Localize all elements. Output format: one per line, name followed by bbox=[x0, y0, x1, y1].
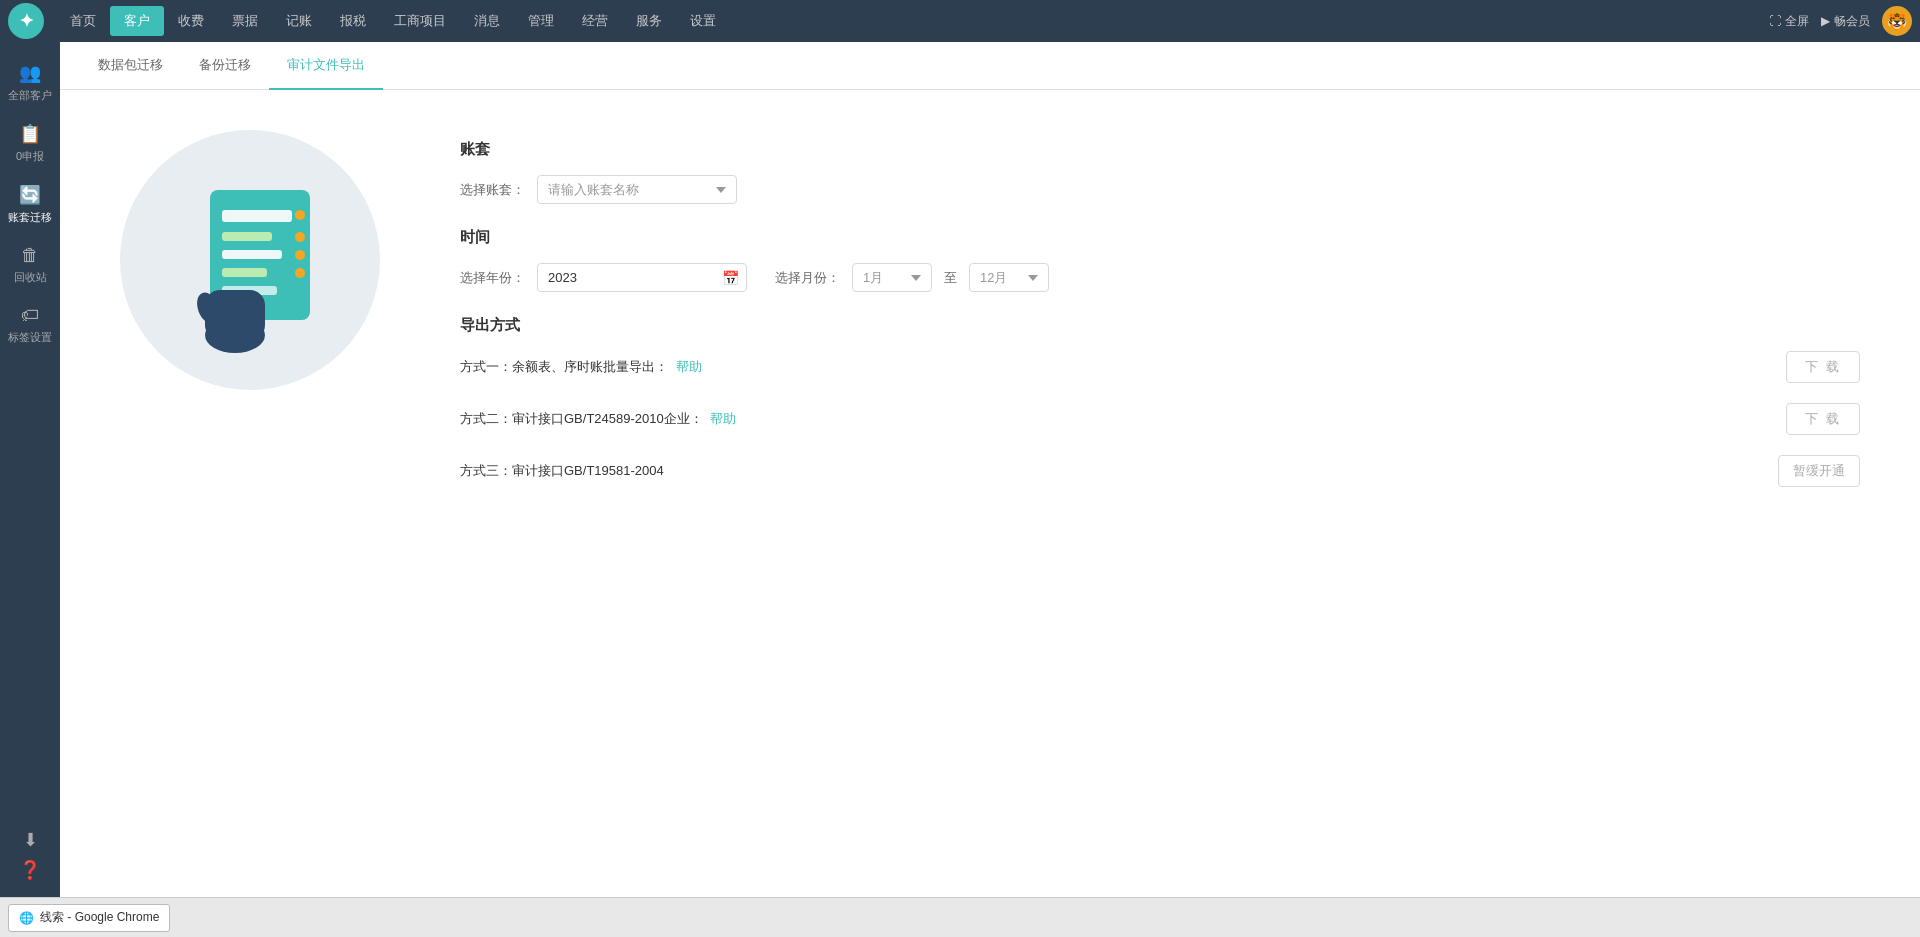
main-layout: 👥 全部客户 📋 0申报 🔄 账套迁移 🗑 回收站 🏷 标签设置 ⬇ ❓ 数据包… bbox=[0, 42, 1920, 897]
top-nav: ✦ 首页 客户 收费 票据 记账 报税 工商项目 消息 管理 经营 服务 设置 … bbox=[0, 0, 1920, 42]
svg-rect-4 bbox=[222, 268, 267, 277]
svg-rect-2 bbox=[222, 232, 272, 241]
month-label: 选择月份： bbox=[775, 269, 840, 287]
svg-rect-1 bbox=[222, 210, 292, 222]
sidebar: 👥 全部客户 📋 0申报 🔄 账套迁移 🗑 回收站 🏷 标签设置 ⬇ ❓ bbox=[0, 42, 60, 897]
sidebar-download-icon[interactable]: ⬇ bbox=[23, 829, 38, 851]
export-methods: 方式一：余额表、序时账批量导出： 帮助 下 载 方式二：审计接口GB/T2458… bbox=[460, 351, 1860, 487]
app-logo: ✦ bbox=[8, 3, 44, 39]
method-2-label: 方式二：审计接口GB/T24589-2010企业： 帮助 bbox=[460, 410, 1770, 428]
nav-operation[interactable]: 经营 bbox=[568, 6, 622, 36]
member-button[interactable]: ▶ 畅会员 bbox=[1821, 13, 1870, 30]
nav-business[interactable]: 工商项目 bbox=[380, 6, 460, 36]
sidebar-item-migration[interactable]: 🔄 账套迁移 bbox=[0, 174, 60, 235]
svg-point-9 bbox=[295, 268, 305, 278]
nav-tax[interactable]: 报税 bbox=[326, 6, 380, 36]
method-3-label: 方式三：审计接口GB/T19581-2004 bbox=[460, 462, 1762, 480]
method-1-label: 方式一：余额表、序时账批量导出： 帮助 bbox=[460, 358, 1770, 376]
nav-home[interactable]: 首页 bbox=[56, 6, 110, 36]
avatar[interactable]: 🐯 bbox=[1882, 6, 1912, 36]
time-row: 选择年份： 2023 📅 选择月份： 1月 至 12月 bbox=[460, 263, 1860, 292]
nav-message[interactable]: 消息 bbox=[460, 6, 514, 36]
sidebar-bottom: ⬇ ❓ bbox=[19, 829, 41, 897]
svg-point-6 bbox=[295, 210, 305, 220]
svg-point-8 bbox=[295, 250, 305, 260]
content-area: 数据包迁移 备份迁移 审计文件导出 bbox=[60, 42, 1920, 897]
illustration-svg bbox=[160, 160, 340, 360]
month-to-select[interactable]: 12月 bbox=[969, 263, 1049, 292]
method-1-download-button[interactable]: 下 载 bbox=[1786, 351, 1860, 383]
tab-audit-export[interactable]: 审计文件导出 bbox=[269, 42, 383, 90]
method-1-row: 方式一：余额表、序时账批量导出： 帮助 下 载 bbox=[460, 351, 1860, 383]
fullscreen-icon: ⛶ bbox=[1769, 14, 1781, 28]
sidebar-item-recycle[interactable]: 🗑 回收站 bbox=[0, 235, 60, 295]
method-1-help-link[interactable]: 帮助 bbox=[676, 359, 702, 374]
method-2-row: 方式二：审计接口GB/T24589-2010企业： 帮助 下 载 bbox=[460, 403, 1860, 435]
form-area: 账套 选择账套： 请输入账套名称 时间 选择年份： 2023 📅 bbox=[460, 130, 1860, 507]
svg-rect-3 bbox=[222, 250, 282, 259]
method-3-open-button[interactable]: 暂缓开通 bbox=[1778, 455, 1860, 487]
svg-point-7 bbox=[295, 232, 305, 242]
nav-fee[interactable]: 收费 bbox=[164, 6, 218, 36]
tabs-bar: 数据包迁移 备份迁移 审计文件导出 bbox=[60, 42, 1920, 90]
method-3-row: 方式三：审计接口GB/T19581-2004 暂缓开通 bbox=[460, 455, 1860, 487]
account-label: 选择账套： bbox=[460, 181, 525, 199]
nav-service[interactable]: 服务 bbox=[622, 6, 676, 36]
nav-customer[interactable]: 客户 bbox=[110, 6, 164, 36]
trash-icon: 🗑 bbox=[21, 245, 39, 266]
sidebar-help-icon[interactable]: ❓ bbox=[19, 859, 41, 881]
sidebar-item-all-customers[interactable]: 👥 全部客户 bbox=[0, 52, 60, 113]
migration-icon: 🔄 bbox=[19, 184, 41, 206]
nav-items: 首页 客户 收费 票据 记账 报税 工商项目 消息 管理 经营 服务 设置 bbox=[56, 6, 1769, 36]
account-section-title: 账套 bbox=[460, 140, 1860, 159]
nav-right: ⛶ 全屏 ▶ 畅会员 🐯 bbox=[1769, 6, 1912, 36]
export-section-title: 导出方式 bbox=[460, 316, 1860, 335]
method-2-download-button[interactable]: 下 载 bbox=[1786, 403, 1860, 435]
users-icon: 👥 bbox=[19, 62, 41, 84]
tab-data-migration[interactable]: 数据包迁移 bbox=[80, 42, 181, 90]
nav-manage[interactable]: 管理 bbox=[514, 6, 568, 36]
taskbar: 🌐 线索 - Google Chrome bbox=[0, 897, 1920, 937]
sidebar-item-declare[interactable]: 📋 0申报 bbox=[0, 113, 60, 174]
video-icon: ▶ bbox=[1821, 14, 1830, 28]
calendar-icon: 📅 bbox=[722, 270, 739, 286]
page-content: 账套 选择账套： 请输入账套名称 时间 选择年份： 2023 📅 bbox=[60, 90, 1920, 897]
year-input-wrap: 2023 📅 bbox=[537, 263, 747, 292]
to-separator: 至 bbox=[944, 269, 957, 287]
nav-invoice[interactable]: 票据 bbox=[218, 6, 272, 36]
tab-backup-migration[interactable]: 备份迁移 bbox=[181, 42, 269, 90]
sidebar-item-tags[interactable]: 🏷 标签设置 bbox=[0, 295, 60, 355]
tag-icon: 🏷 bbox=[21, 305, 39, 326]
taskbar-chrome-item[interactable]: 🌐 线索 - Google Chrome bbox=[8, 904, 170, 932]
year-label: 选择年份： bbox=[460, 269, 525, 287]
fullscreen-button[interactable]: ⛶ 全屏 bbox=[1769, 13, 1809, 30]
illustration-circle bbox=[120, 130, 380, 390]
time-section-title: 时间 bbox=[460, 228, 1860, 247]
illustration-area bbox=[120, 130, 380, 390]
account-select[interactable]: 请输入账套名称 bbox=[537, 175, 737, 204]
nav-settings[interactable]: 设置 bbox=[676, 6, 730, 36]
chrome-icon: 🌐 bbox=[19, 911, 34, 925]
month-from-select[interactable]: 1月 bbox=[852, 263, 932, 292]
year-input[interactable]: 2023 bbox=[537, 263, 747, 292]
account-row: 选择账套： 请输入账套名称 bbox=[460, 175, 1860, 204]
declare-icon: 📋 bbox=[19, 123, 41, 145]
nav-bookkeeping[interactable]: 记账 bbox=[272, 6, 326, 36]
method-2-help-link[interactable]: 帮助 bbox=[710, 411, 736, 426]
